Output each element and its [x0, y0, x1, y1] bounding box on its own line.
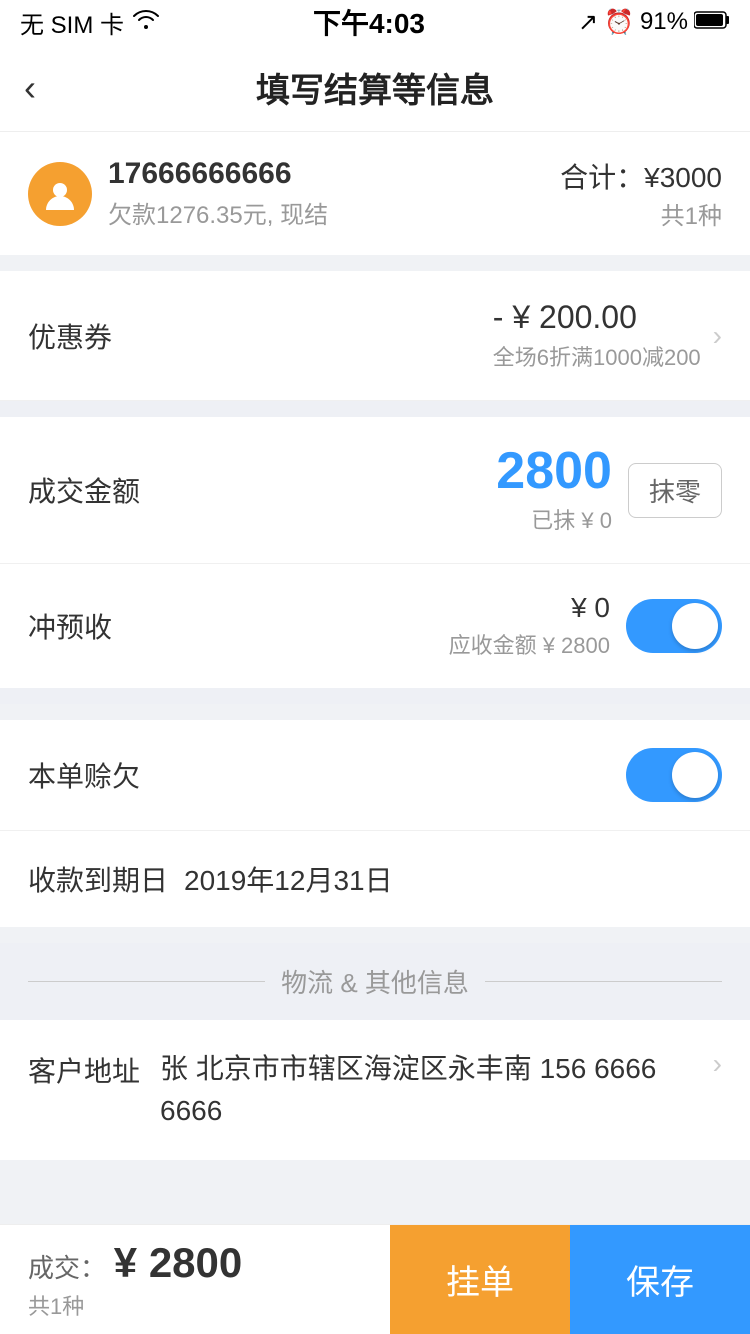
debts-row: 本单赊欠: [0, 720, 750, 830]
section-divider-2: [0, 688, 750, 704]
coupon-desc: 全场6折满1000减200: [493, 340, 701, 372]
logistics-title: 物流 & 其他信息: [281, 963, 469, 1000]
coupon-row[interactable]: 优惠券 - ¥ 200.00 全场6折满1000减200 ›: [0, 271, 750, 401]
transaction-amount: 2800: [496, 445, 612, 497]
battery-icon: [694, 8, 730, 36]
hold-button[interactable]: 挂单: [390, 1225, 570, 1334]
address-row[interactable]: 客户地址 张 北京市市辖区海淀区永丰南 156 6666 6666 ›: [0, 1020, 750, 1160]
alarm-icon: ⏰: [604, 8, 634, 37]
sim-status: 无 SIM 卡: [20, 5, 124, 40]
total-count: 共1种: [560, 196, 722, 231]
wifi-icon: [132, 8, 160, 36]
status-bar: 无 SIM 卡 下午4:03 ↗ ⏰ 91%: [0, 0, 750, 44]
total-amount: 合计：¥3000: [560, 156, 722, 196]
duedate-value: 2019年12月31日: [184, 859, 393, 899]
avatar: [28, 162, 92, 226]
customer-debt: 欠款1276.35元, 现结: [108, 195, 328, 230]
page-title: 填写结算等信息: [256, 63, 494, 112]
divider-line-right: [485, 981, 722, 982]
duedate-row: 收款到期日 2019年12月31日: [0, 830, 750, 927]
duedate-label: 收款到期日: [28, 859, 168, 899]
debts-label: 本单赊欠: [28, 755, 140, 795]
round-button[interactable]: 抹零: [628, 463, 722, 518]
bottom-count: 共1种: [28, 1289, 362, 1321]
location-icon: ↗: [578, 8, 598, 37]
address-chevron-icon: ›: [713, 1048, 722, 1080]
nav-bar: ‹ 填写结算等信息: [0, 44, 750, 132]
transaction-sub: 已抹 ¥ 0: [496, 503, 612, 535]
coupon-label: 优惠券: [28, 316, 112, 356]
section-divider-1: [0, 401, 750, 417]
prepay-toggle[interactable]: [626, 599, 722, 653]
back-button[interactable]: ‹: [24, 67, 36, 109]
status-left: 无 SIM 卡: [20, 5, 160, 40]
save-button[interactable]: 保存: [570, 1225, 750, 1334]
customer-phone: 17666666666: [108, 157, 328, 191]
prepay-amount: ¥ 0: [449, 592, 610, 624]
prepay-row: 冲预收 ¥ 0 应收金额 ¥ 2800: [0, 563, 750, 688]
chevron-right-icon: ›: [713, 320, 722, 352]
battery-percent: 91%: [640, 8, 688, 36]
transaction-label: 成交金额: [28, 470, 140, 510]
bottom-summary: 成交： ¥ 2800 共1种: [0, 1239, 390, 1321]
transaction-section: 成交金额 2800 已抹 ¥ 0 抹零: [0, 417, 750, 563]
bottom-bar: 成交： ¥ 2800 共1种 挂单 保存: [0, 1224, 750, 1334]
address-value: 张 北京市市辖区海淀区永丰南 156 6666 6666: [160, 1048, 713, 1132]
bottom-deal-label: 成交：: [28, 1253, 106, 1283]
status-time: 下午4:03: [313, 2, 425, 42]
bottom-deal-amount: ¥ 2800: [114, 1239, 242, 1286]
main-content: 17666666666 欠款1276.35元, 现结 合计：¥3000 共1种 …: [0, 132, 750, 1280]
prepay-sub: 应收金额 ¥ 2800: [449, 628, 610, 660]
divider-line-left: [28, 981, 265, 982]
coupon-amount: - ¥ 200.00: [493, 299, 701, 336]
address-label: 客户地址: [28, 1048, 140, 1090]
status-right: ↗ ⏰ 91%: [578, 8, 730, 37]
logistics-divider: 物流 & 其他信息: [0, 943, 750, 1020]
prepay-label: 冲预收: [28, 606, 112, 646]
debts-toggle[interactable]: [626, 748, 722, 802]
customer-card: 17666666666 欠款1276.35元, 现结 合计：¥3000 共1种: [0, 132, 750, 255]
